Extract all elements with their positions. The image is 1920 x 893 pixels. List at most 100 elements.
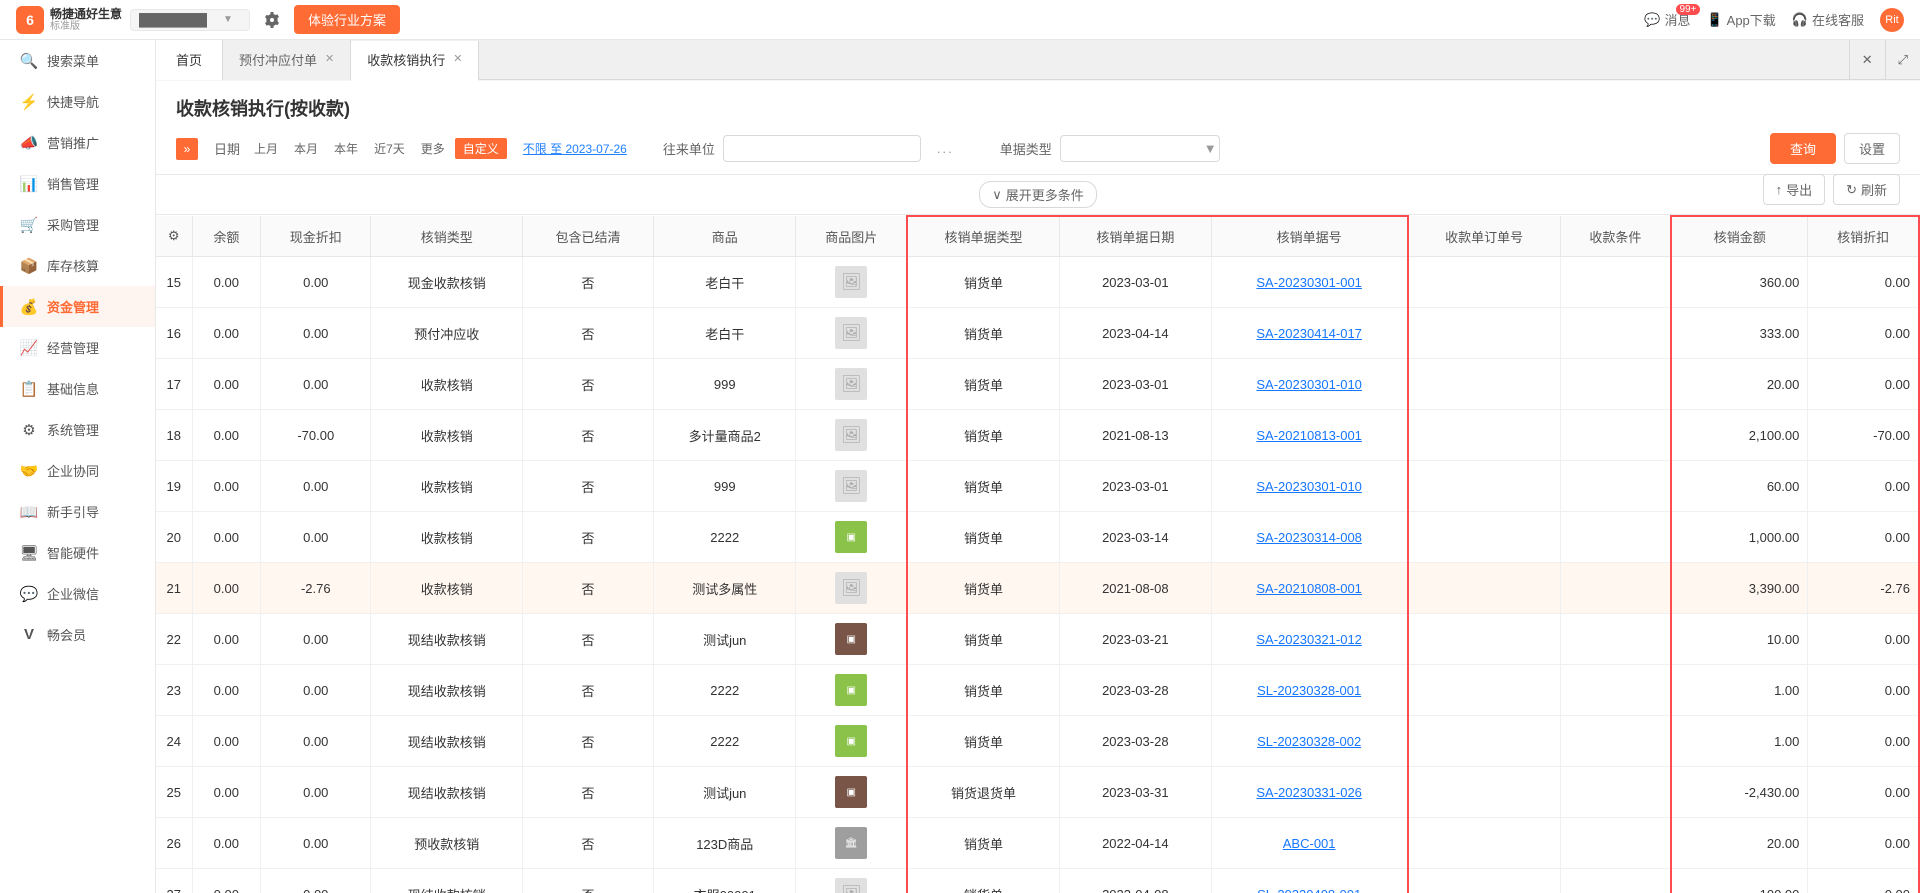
cell-receipt-order-no (1408, 410, 1561, 461)
sidebar-item-enterprise[interactable]: 🤝 企业协同 (0, 450, 155, 491)
cell-goods: 测试jun (654, 614, 796, 665)
cell-wo-bill-no[interactable]: SA-20230321-012 (1211, 614, 1407, 665)
sidebar-item-system[interactable]: ⚙ 系统管理 (0, 409, 155, 450)
col-header-receipt-condition: 收款条件 (1560, 216, 1671, 257)
date-range-display[interactable]: 不限 至 2023-07-26 (523, 140, 627, 157)
message-button[interactable]: 💬 消息 99+ (1644, 10, 1690, 29)
guide-icon: 📖 (19, 503, 39, 521)
sidebar-item-marketing[interactable]: 📣 营销推广 (0, 122, 155, 163)
cell-goods-image: 🖼 (796, 461, 907, 512)
cell-wo-discount: 0.00 (1808, 716, 1919, 767)
tab-home[interactable]: 首页 (156, 40, 223, 80)
tab-close-all-button[interactable]: ✕ (1849, 40, 1885, 80)
tab-expand-button[interactable]: ⤢ (1885, 40, 1920, 80)
cell-wo-bill-no[interactable]: SA-20230314-008 (1211, 512, 1407, 563)
tab-prepay[interactable]: 预付冲应付单 ✕ (223, 40, 351, 80)
table-area: ⚙ 余额 现金折扣 核销类型 包含已结清 商品 商品图片 核销单据类型 核销单据… (156, 215, 1920, 893)
user-avatar[interactable]: Rit (1880, 8, 1904, 32)
filter-setting-button[interactable]: 设置 (1844, 133, 1900, 164)
online-service-button[interactable]: 🎧 在线客服 (1792, 10, 1864, 29)
date-opt-last-month[interactable]: 上月 (248, 138, 284, 159)
cell-wo-amount: 1.00 (1671, 665, 1808, 716)
wo-bill-no-link[interactable]: SL-20230408-001 (1257, 887, 1361, 893)
wo-bill-no-link[interactable]: SL-20230328-002 (1257, 734, 1361, 749)
cell-wo-bill-no[interactable]: SL-20230328-002 (1211, 716, 1407, 767)
date-opt-this-year[interactable]: 本年 (328, 138, 364, 159)
expand-conditions-button[interactable]: ∨ 展开更多条件 (979, 181, 1097, 208)
cell-wo-discount: 0.00 (1808, 308, 1919, 359)
goods-image: ▣ (835, 623, 867, 655)
cell-included-settled: 否 (523, 716, 654, 767)
company-selector[interactable]: ████████ ▼ (130, 9, 250, 31)
cell-goods: 2222 (654, 665, 796, 716)
sidebar-item-wechat[interactable]: 💬 企业微信 (0, 573, 155, 614)
wo-bill-no-link[interactable]: SA-20230414-017 (1256, 326, 1362, 341)
date-opt-custom[interactable]: 自定义 (455, 138, 507, 159)
cell-wo-bill-no[interactable]: SA-20230331-026 (1211, 767, 1407, 818)
tab-prepay-close[interactable]: ✕ (325, 54, 334, 65)
date-opt-more[interactable]: 更多 (415, 138, 451, 159)
cell-goods: 999 (654, 359, 796, 410)
sidebar-item-member[interactable]: V 畅会员 (0, 614, 155, 655)
from-unit-input[interactable] (723, 135, 921, 162)
sidebar-item-finance[interactable]: 💰 资金管理 (0, 286, 155, 327)
sidebar-item-inventory[interactable]: 📦 库存核算 (0, 245, 155, 286)
cell-wo-bill-no[interactable]: ABC-001 (1211, 818, 1407, 869)
cell-wo-bill-no[interactable]: SA-20230301-010 (1211, 461, 1407, 512)
cell-wo-bill-no[interactable]: SL-20230408-001 (1211, 869, 1407, 893)
export-button[interactable]: ↑ 导出 (1763, 174, 1826, 205)
cell-goods-image: 🏛 (796, 818, 907, 869)
sidebar-item-search[interactable]: 🔍 搜索菜单 (0, 40, 155, 81)
cell-wo-amount: 100.00 (1671, 869, 1808, 893)
expand-conditions-label: 展开更多条件 (1006, 185, 1084, 204)
search-icon: 🔍 (19, 52, 39, 70)
wo-bill-no-link[interactable]: SA-20230301-001 (1256, 275, 1362, 290)
goods-image: 🖼 (835, 317, 867, 349)
wo-bill-no-link[interactable]: SA-20210813-001 (1256, 428, 1362, 443)
column-settings-icon[interactable]: ⚙ (168, 228, 180, 243)
date-opt-this-month[interactable]: 本月 (288, 138, 324, 159)
trial-button[interactable]: 体验行业方案 (294, 5, 400, 34)
sidebar-item-quicknav[interactable]: ⚡ 快捷导航 (0, 81, 155, 122)
cell-wo-bill-no[interactable]: SL-20230328-001 (1211, 665, 1407, 716)
sidebar-item-basicinfo[interactable]: 📋 基础信息 (0, 368, 155, 409)
cell-included-settled: 否 (523, 869, 654, 893)
sidebar-item-sales[interactable]: 📊 销售管理 (0, 163, 155, 204)
tab-writeoff[interactable]: 收款核销执行 ✕ (351, 41, 479, 81)
cell-receipt-condition (1560, 257, 1671, 308)
query-button[interactable]: 查询 (1770, 133, 1836, 164)
wo-bill-no-link[interactable]: SA-20230314-008 (1256, 530, 1362, 545)
wo-bill-no-link[interactable]: SL-20230328-001 (1257, 683, 1361, 698)
wo-bill-no-link[interactable]: SA-20230321-012 (1256, 632, 1362, 647)
refresh-button[interactable]: ↻ 刷新 (1833, 174, 1900, 205)
cell-wo-bill-no[interactable]: SA-20230301-001 (1211, 257, 1407, 308)
cell-wo-bill-no[interactable]: SA-20230301-010 (1211, 359, 1407, 410)
wo-bill-no-link[interactable]: SA-20210808-001 (1256, 581, 1362, 596)
bill-type-select[interactable] (1060, 135, 1220, 162)
filter-expand-button[interactable]: » (176, 138, 198, 160)
col-header-settings[interactable]: ⚙ (156, 216, 192, 257)
goods-image: 🖼 (835, 368, 867, 400)
sidebar-item-guide[interactable]: 📖 新手引导 (0, 491, 155, 532)
col-header-wo-bill-date: 核销单据日期 (1059, 216, 1211, 257)
cell-wo-amount: 360.00 (1671, 257, 1808, 308)
tab-writeoff-close[interactable]: ✕ (453, 54, 462, 65)
filter-more-dots[interactable]: ... (937, 141, 954, 156)
goods-image: 🖼 (835, 572, 867, 604)
sidebar-item-hardware[interactable]: 🖥 智能硬件 (0, 532, 155, 573)
wo-bill-no-link[interactable]: SA-20230301-010 (1256, 377, 1362, 392)
date-opt-7days[interactable]: 近7天 (368, 138, 411, 159)
sidebar-item-purchase[interactable]: 🛒 采购管理 (0, 204, 155, 245)
app-download-button[interactable]: 📱 App下载 (1706, 10, 1775, 29)
cell-wo-bill-type: 销货单 (907, 563, 1060, 614)
cell-wo-bill-no[interactable]: SA-20230414-017 (1211, 308, 1407, 359)
cell-goods: 测试多属性 (654, 563, 796, 614)
settings-button[interactable] (258, 6, 286, 34)
sidebar-item-operations[interactable]: 📈 经营管理 (0, 327, 155, 368)
wo-bill-no-link[interactable]: ABC-001 (1283, 836, 1336, 851)
cell-wo-bill-no[interactable]: SA-20210813-001 (1211, 410, 1407, 461)
wo-bill-no-link[interactable]: SA-20230331-026 (1256, 785, 1362, 800)
cell-cash-discount: -70.00 (261, 410, 371, 461)
cell-wo-bill-no[interactable]: SA-20210808-001 (1211, 563, 1407, 614)
wo-bill-no-link[interactable]: SA-20230301-010 (1256, 479, 1362, 494)
